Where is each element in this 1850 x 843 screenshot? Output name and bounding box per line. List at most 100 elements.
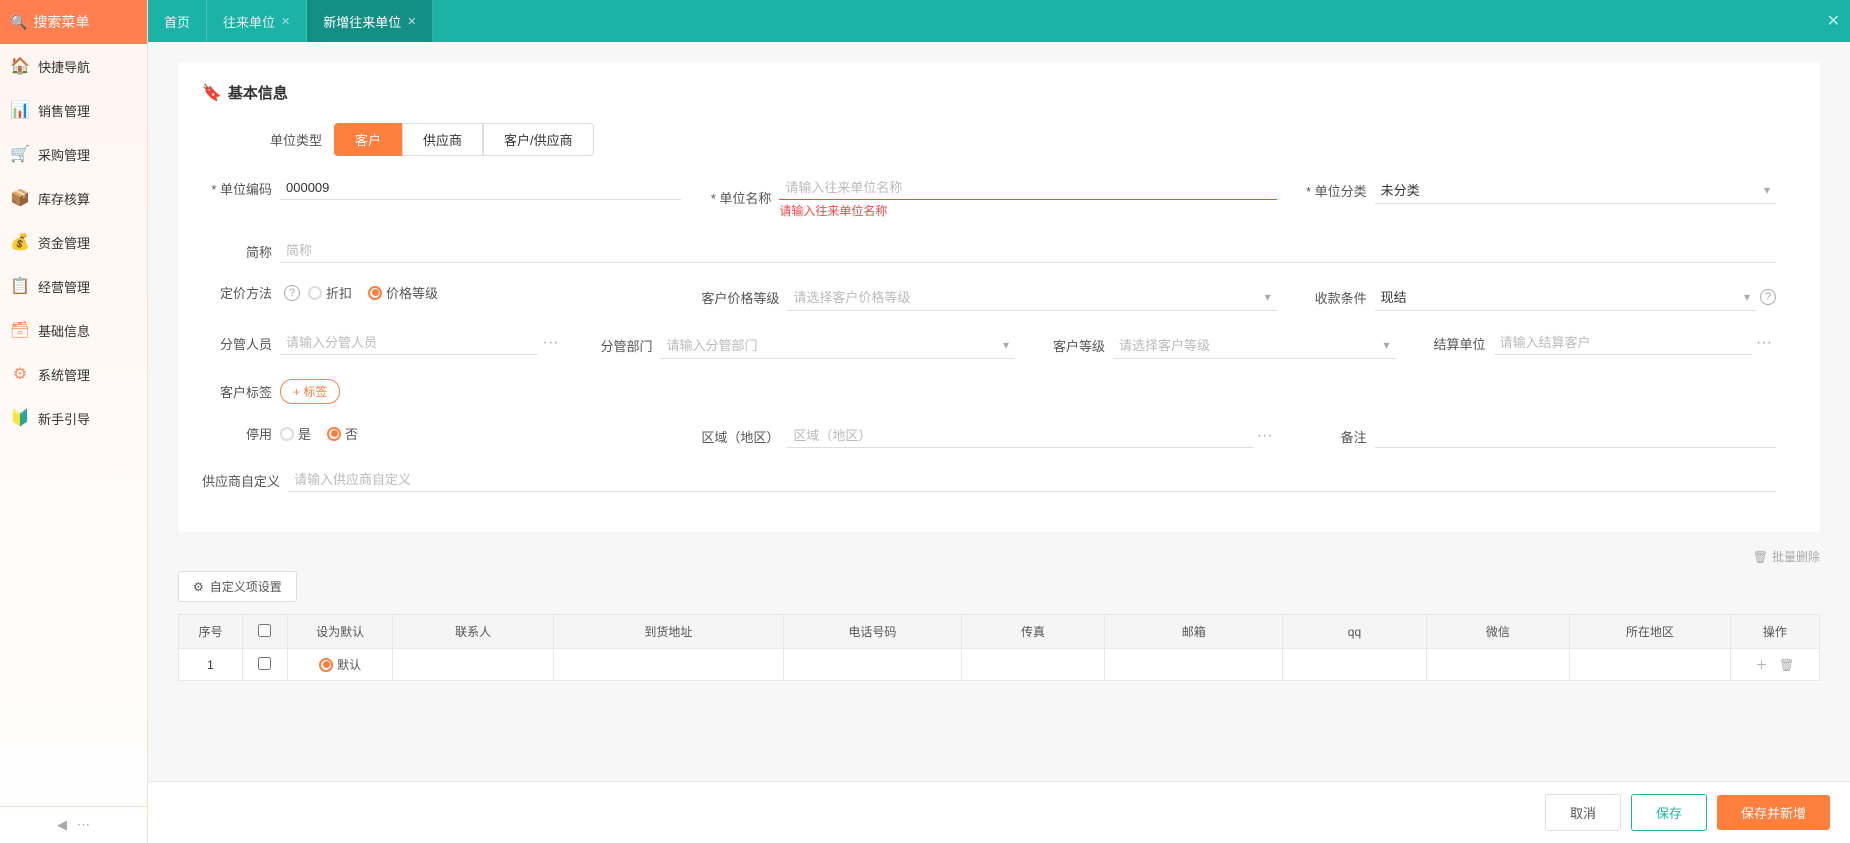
sidebar-item-label: 经营管理	[38, 277, 90, 296]
sidebar-item-finance[interactable]: 💰 资金管理	[0, 220, 147, 264]
unit-name-error: 请输入往来单位名称	[779, 202, 1276, 219]
custom-settings-button[interactable]: ⚙ 自定义项设置	[178, 571, 297, 602]
tab-new-partner[interactable]: 新增往来单位 ✕	[307, 0, 433, 42]
manager-more-icon[interactable]: ···	[538, 334, 562, 352]
region-input[interactable]	[787, 424, 1252, 448]
tab-partner-close[interactable]: ✕	[281, 15, 290, 28]
close-all-tabs[interactable]: ✕	[1827, 11, 1840, 31]
custom-btn-label: 自定义项设置	[210, 578, 282, 595]
disabled-yes-option[interactable]: 是	[280, 424, 311, 443]
row-checkbox[interactable]	[242, 649, 287, 681]
row-region[interactable]	[1570, 649, 1731, 681]
settlement-input[interactable]	[1494, 331, 1752, 355]
address-input[interactable]	[608, 657, 728, 672]
sidebar-item-quick-nav[interactable]: 🏠 快捷导航	[0, 44, 147, 88]
wechat-input[interactable]	[1463, 657, 1533, 672]
disabled-radio-group: 是 否	[280, 424, 358, 443]
save-new-button[interactable]: 保存并新增	[1717, 795, 1830, 830]
sidebar-more-icon[interactable]: ⋯	[77, 817, 90, 833]
row-fax[interactable]	[961, 649, 1104, 681]
row-phone[interactable]	[783, 649, 961, 681]
type-btn-supplier[interactable]: 供应商	[402, 123, 483, 156]
phone-input[interactable]	[827, 657, 917, 672]
unit-code-field: * 单位编码	[202, 176, 681, 200]
type-btn-both[interactable]: 客户/供应商	[483, 123, 594, 156]
sidebar-expand-icon[interactable]: ◀	[57, 817, 67, 833]
manager-input[interactable]	[280, 331, 538, 355]
customer-level-field: 客户等级 请选择客户等级 ▾	[1035, 331, 1395, 359]
department-select[interactable]: 请输入分管部门 ▾	[660, 331, 1015, 359]
customer-level-select[interactable]: 请选择客户等级 ▾	[1113, 331, 1395, 359]
pricing-discount-option[interactable]: 折扣	[308, 283, 352, 302]
unit-name-input[interactable]	[779, 176, 1276, 200]
sidebar-item-inventory[interactable]: 📦 库存核算	[0, 176, 147, 220]
payment-terms-select[interactable]: 现结 ▾	[1375, 283, 1756, 311]
save-button[interactable]: 保存	[1631, 794, 1707, 831]
remark-input[interactable]	[1375, 424, 1776, 448]
unit-code-input[interactable]	[280, 176, 681, 200]
disabled-label: 停用	[202, 424, 272, 443]
cancel-button[interactable]: 取消	[1545, 794, 1621, 831]
row-add-icon[interactable]: ＋	[1756, 658, 1768, 672]
section-header: 🔖 基本信息	[202, 82, 1796, 103]
type-btn-customer[interactable]: 客户	[334, 123, 402, 156]
sidebar-item-basic-info[interactable]: 🗃 基础信息	[0, 308, 147, 352]
region-row-input[interactable]	[1610, 657, 1690, 672]
sidebar-item-label: 快捷导航	[38, 57, 90, 76]
contact-input[interactable]	[433, 657, 513, 672]
sidebar-item-operations[interactable]: 📋 经营管理	[0, 264, 147, 308]
row-email[interactable]	[1105, 649, 1283, 681]
row-address[interactable]	[554, 649, 784, 681]
customer-price-level-select[interactable]: 请选择客户价格等级 ▾	[787, 283, 1276, 311]
search-menu-button[interactable]: 🔍 搜索菜单	[0, 0, 147, 44]
row-wechat[interactable]	[1426, 649, 1569, 681]
row-select-checkbox[interactable]	[258, 657, 271, 670]
fax-input[interactable]	[998, 657, 1068, 672]
row-delete-icon[interactable]: 🗑	[1779, 658, 1794, 672]
row-actions: ＋ 🗑	[1730, 649, 1819, 681]
unit-category-label: * 单位分类	[1297, 181, 1367, 200]
disabled-yes-radio	[280, 427, 294, 441]
pricing-level-option[interactable]: 价格等级	[368, 283, 438, 302]
unit-category-select[interactable]: 未分类 ▾	[1375, 176, 1776, 204]
sidebar-item-label: 基础信息	[38, 321, 90, 340]
supplier-custom-input[interactable]	[288, 468, 1776, 492]
sidebar-item-guide[interactable]: 🔰 新手引导	[0, 396, 147, 440]
col-email: 邮箱	[1105, 615, 1283, 649]
qq-input[interactable]	[1319, 657, 1389, 672]
payment-help-icon[interactable]: ?	[1760, 289, 1776, 305]
row-qq[interactable]	[1283, 649, 1426, 681]
sidebar-item-system[interactable]: ⚙ 系统管理	[0, 352, 147, 396]
table-header-row: 序号 设为默认 联系人 到货地址 电话号码 传真 邮箱 qq 微信 所在地区 操…	[179, 615, 1820, 649]
row-default-radio-label[interactable]: 默认	[294, 656, 386, 673]
row-contact[interactable]	[393, 649, 554, 681]
col-index: 序号	[179, 615, 243, 649]
add-tag-button[interactable]: + 标签	[280, 379, 340, 404]
email-input[interactable]	[1149, 657, 1239, 672]
disabled-no-option[interactable]: 否	[327, 424, 358, 443]
pricing-method-field: 定价方法 ? 折扣 价格等级	[202, 283, 681, 302]
col-address: 到货地址	[554, 615, 784, 649]
short-name-input[interactable]	[280, 239, 1776, 263]
region-more-icon[interactable]: ···	[1253, 427, 1277, 445]
row-default[interactable]: 默认	[287, 649, 392, 681]
tab-partner[interactable]: 往来单位 ✕	[207, 0, 307, 42]
chevron-down-icon: ▾	[1383, 338, 1389, 352]
home-icon: 🏠	[10, 56, 30, 76]
sidebar-item-purchase[interactable]: 🛒 采购管理	[0, 132, 147, 176]
tab-home[interactable]: 首页	[148, 0, 207, 42]
content-area: 🔖 基本信息 单位类型 客户 供应商 客户/供应商 * 单位编码 * 单位名称	[148, 42, 1850, 781]
form-row-4: 分管人员 ··· 分管部门 请输入分管部门 ▾ 客户等级 请选择客户等级 ▾	[202, 331, 1796, 363]
pricing-radio-group: 折扣 价格等级	[308, 283, 438, 302]
settlement-more-icon[interactable]: ···	[1752, 334, 1776, 352]
guide-icon: 🔰	[10, 408, 30, 428]
batch-delete-btn[interactable]: 🗑 批量删除	[178, 548, 1820, 565]
sidebar-item-sales[interactable]: 📊 销售管理	[0, 88, 147, 132]
remark-field: 备注	[1297, 424, 1776, 448]
pricing-help-icon[interactable]: ?	[284, 285, 300, 301]
select-all-checkbox[interactable]	[258, 624, 271, 637]
tab-new-partner-close[interactable]: ✕	[407, 15, 416, 28]
tab-home-label: 首页	[164, 12, 190, 31]
col-fax: 传真	[961, 615, 1104, 649]
unit-category-field: * 单位分类 未分类 ▾	[1297, 176, 1776, 204]
